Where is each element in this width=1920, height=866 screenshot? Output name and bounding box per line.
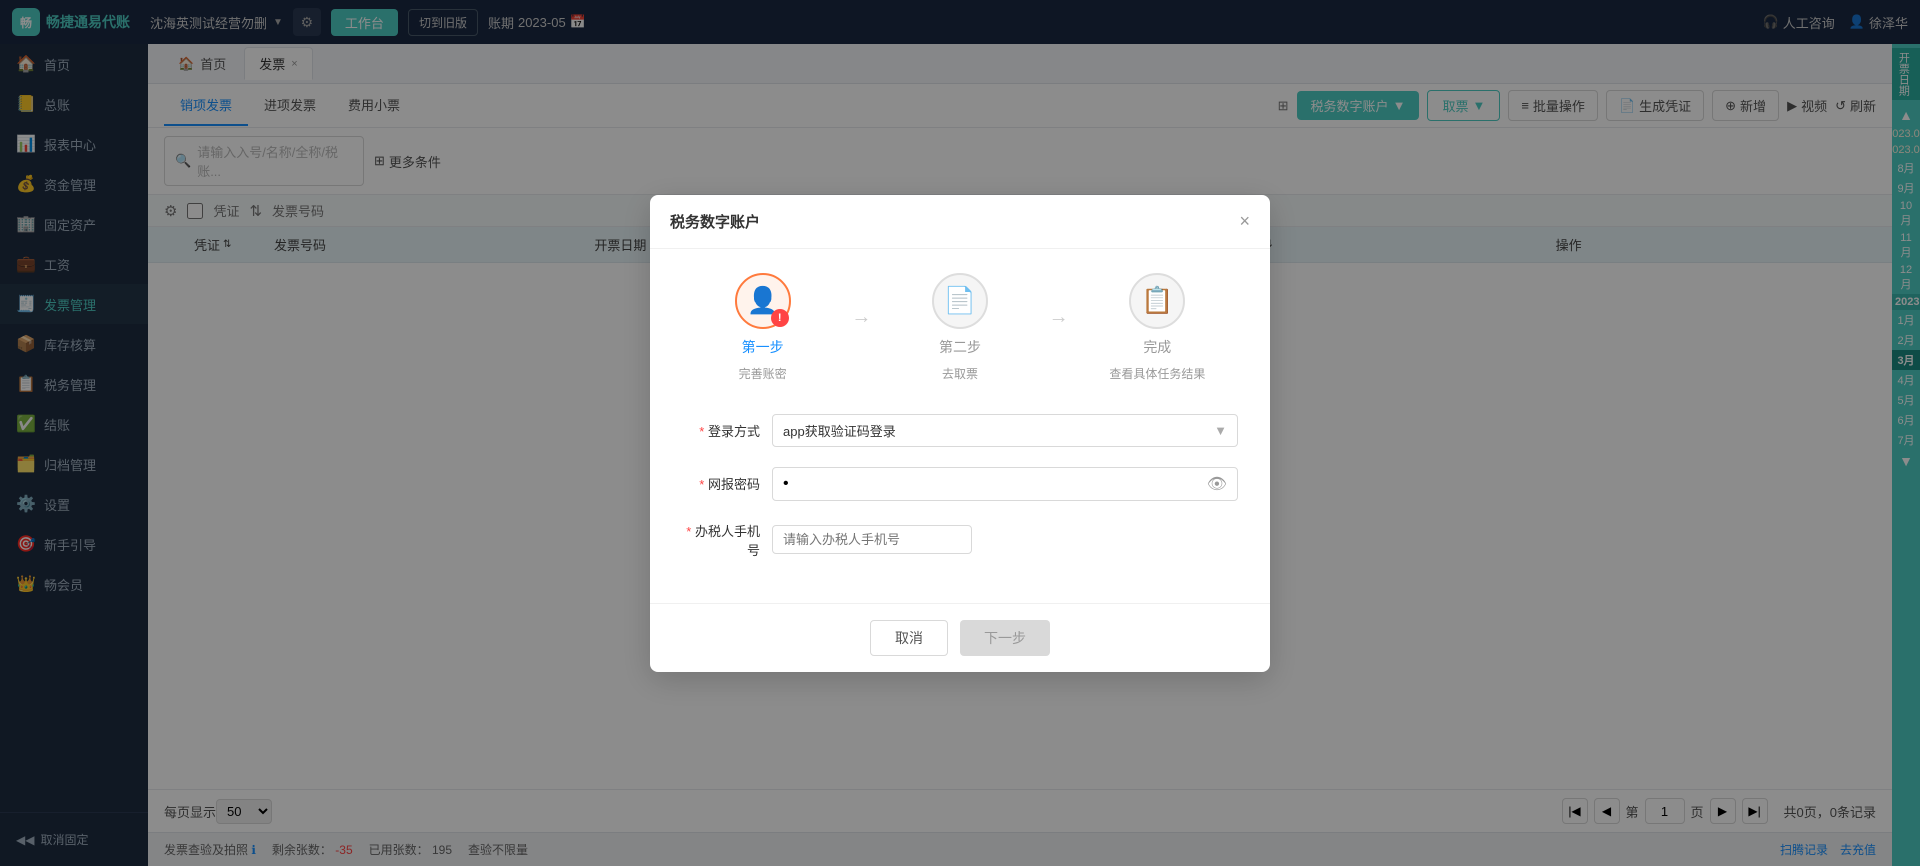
password-input-wrapper: 👁 [772, 467, 1238, 501]
step-1-icon: 👤 ! [735, 273, 791, 329]
modal-form: * 登录方式 app获取验证码登录 ▼ * 网报密码 [682, 414, 1238, 559]
password-input[interactable] [783, 475, 1207, 493]
step-1-badge: ! [771, 309, 789, 327]
modal-body: 👤 ! 第一步 完善账密 → 📄 第二步 去取票 → [650, 249, 1270, 603]
step-1-desc: 完善账密 [739, 365, 787, 382]
cancel-button[interactable]: 取消 [870, 620, 948, 656]
login-method-row: * 登录方式 app获取验证码登录 ▼ [682, 414, 1238, 447]
step-3: 📋 完成 查看具体任务结果 [1077, 273, 1238, 382]
toggle-password-icon[interactable]: 👁 [1207, 474, 1227, 494]
modal-title: 税务数字账户 [670, 211, 760, 232]
select-dropdown-icon: ▼ [1214, 423, 1227, 438]
modal-close-button[interactable]: × [1239, 211, 1250, 232]
step-arrow-1: → [851, 306, 871, 349]
phone-row: * 办税人手机号 [682, 521, 1238, 559]
step-3-label: 完成 [1143, 337, 1171, 357]
login-method-label: * 登录方式 [682, 421, 772, 440]
phone-control [772, 525, 1238, 554]
login-method-control: app获取验证码登录 ▼ [772, 414, 1238, 447]
phone-input[interactable] [772, 525, 972, 554]
steps-indicator: 👤 ! 第一步 完善账密 → 📄 第二步 去取票 → [682, 273, 1238, 382]
step-2-icon: 📄 [932, 273, 988, 329]
login-method-select[interactable]: app获取验证码登录 ▼ [772, 414, 1238, 447]
step-2-desc: 去取票 [942, 365, 978, 382]
password-label: * 网报密码 [682, 474, 772, 493]
next-button[interactable]: 下一步 [960, 620, 1050, 656]
modal-footer: 取消 下一步 [650, 603, 1270, 672]
password-control: 👁 [772, 467, 1238, 501]
step-1-label: 第一步 [742, 337, 784, 357]
step-3-icon: 📋 [1129, 273, 1185, 329]
step-arrow-2: → [1049, 306, 1069, 349]
step-2: 📄 第二步 去取票 [879, 273, 1040, 382]
phone-label: * 办税人手机号 [682, 521, 772, 559]
modal-overlay: 税务数字账户 × 👤 ! 第一步 完善账密 → � [0, 0, 1920, 866]
step-2-label: 第二步 [939, 337, 981, 357]
password-row: * 网报密码 👁 [682, 467, 1238, 501]
modal-header: 税务数字账户 × [650, 195, 1270, 249]
step-3-desc: 查看具体任务结果 [1109, 365, 1205, 382]
modal-dialog: 税务数字账户 × 👤 ! 第一步 完善账密 → � [650, 195, 1270, 672]
step-1: 👤 ! 第一步 完善账密 [682, 273, 843, 382]
